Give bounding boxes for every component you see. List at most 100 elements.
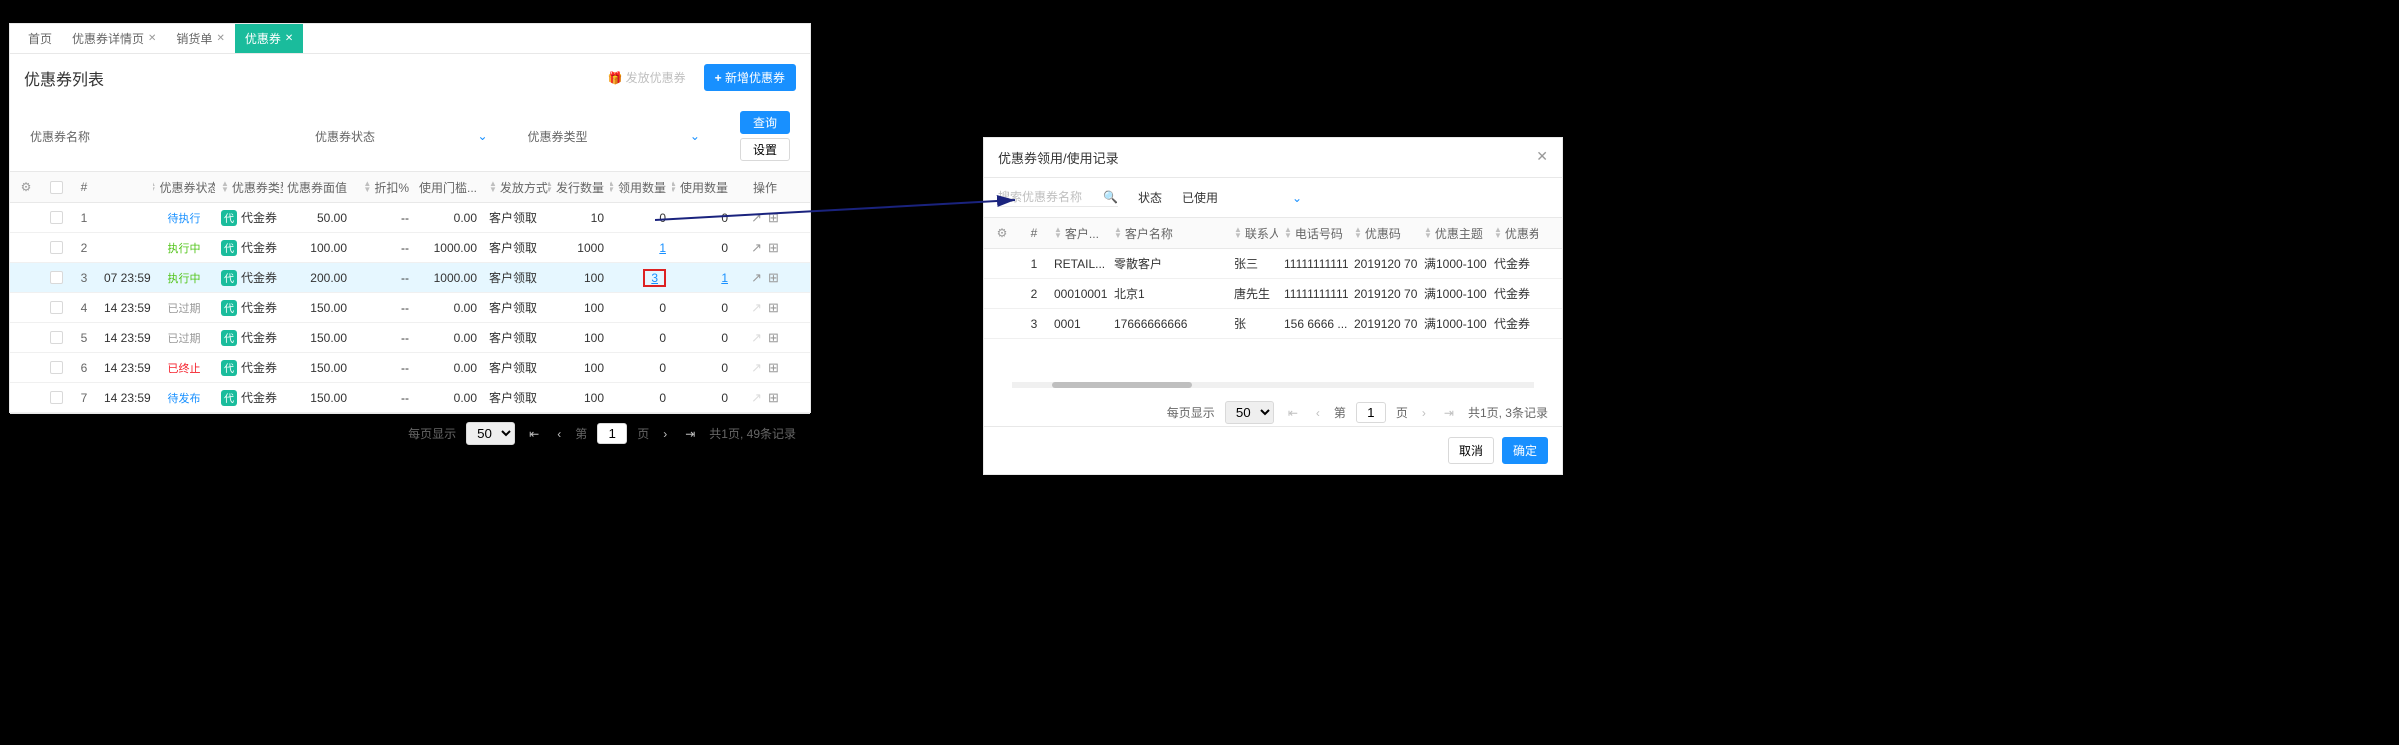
column-header[interactable]: ▲▼优惠券面值 (283, 179, 353, 196)
table-row[interactable]: 200010001北京1唐先生111111111112019120 70...满… (984, 279, 1562, 309)
search-box[interactable]: 🔍 (998, 188, 1118, 207)
table-row[interactable]: 2执行中代代金券100.00--1000.00客户领取100010↗⊞ (10, 233, 810, 263)
first-page-icon[interactable]: ⇤ (1284, 406, 1302, 420)
gear-icon[interactable]: ⚙ (997, 226, 1008, 240)
column-header[interactable]: ⚙ (10, 180, 42, 194)
table-row[interactable]: 3000117666666666张156 6666 ...2019120 70.… (984, 309, 1562, 339)
prev-page-icon[interactable]: ‹ (553, 427, 565, 441)
sort-icon[interactable]: ▲▼ (1234, 227, 1242, 239)
column-header[interactable]: ▲▼联系人 (1228, 225, 1278, 242)
column-header[interactable]: ▲▼发行数量 (548, 179, 610, 196)
sort-icon[interactable]: ▲▼ (548, 181, 553, 193)
row-checkbox[interactable] (50, 211, 63, 224)
close-icon[interactable]: ✕ (216, 33, 224, 44)
sort-icon[interactable]: ▲▼ (1054, 227, 1062, 239)
sort-icon[interactable]: ▲▼ (1354, 227, 1362, 239)
row-checkbox[interactable] (50, 301, 63, 314)
row-checkbox[interactable] (50, 271, 63, 284)
sort-icon[interactable]: ▲▼ (1284, 227, 1292, 239)
sort-icon[interactable]: ▲▼ (1114, 227, 1122, 239)
close-icon[interactable]: ✕ (148, 33, 156, 44)
last-page-icon[interactable]: ⇥ (1440, 406, 1458, 420)
receive-count-link[interactable]: 3 (643, 269, 666, 287)
share-icon[interactable]: ↗ (751, 210, 762, 226)
qrcode-icon[interactable]: ⊞ (768, 210, 779, 226)
column-header[interactable]: ▲▼领用数量 (610, 179, 672, 196)
receive-count-link[interactable]: 1 (659, 241, 666, 255)
modal-page-input[interactable] (1356, 402, 1386, 423)
tab-优惠券[interactable]: 优惠券✕ (235, 24, 303, 53)
page-input[interactable] (597, 423, 627, 444)
sort-icon[interactable]: ▲▼ (489, 181, 497, 193)
horizontal-scrollbar[interactable] (1012, 382, 1534, 388)
query-button[interactable]: 查询 (740, 111, 790, 134)
sort-icon[interactable]: ▲▼ (363, 181, 371, 193)
settings-button[interactable]: 设置 (740, 138, 790, 161)
table-row[interactable]: 307 23:59执行中代代金券200.00--1000.00客户领取10031… (10, 263, 810, 293)
table-row[interactable]: 614 23:59已终止代代金券150.00--0.00客户领取10000↗⊞ (10, 353, 810, 383)
coupon-type-select[interactable]: ⌄ (596, 129, 700, 143)
sort-icon[interactable]: ▲▼ (610, 181, 615, 193)
qrcode-icon[interactable]: ⊞ (768, 330, 779, 346)
search-input[interactable] (998, 190, 1103, 204)
table-row[interactable]: 714 23:59待发布代代金券150.00--0.00客户领取10000↗⊞ (10, 383, 810, 413)
table-row[interactable]: 414 23:59已过期代代金券150.00--0.00客户领取10000↗⊞ (10, 293, 810, 323)
column-header[interactable]: ▲▼优惠主题 (1418, 225, 1488, 242)
sort-icon[interactable]: ▲▼ (415, 181, 416, 193)
use-count-link[interactable]: 1 (721, 271, 728, 285)
gear-icon[interactable]: ⚙ (21, 180, 32, 194)
column-header[interactable] (42, 181, 70, 194)
issue-coupon-button[interactable]: 🎁发放优惠券 (598, 65, 696, 90)
per-page-select[interactable]: 50 (466, 422, 515, 445)
table-row[interactable]: 1RETAIL...零散客户张三111111111112019120 70...… (984, 249, 1562, 279)
next-page-icon[interactable]: › (1418, 406, 1430, 420)
coupon-status-select[interactable]: ⌄ (383, 129, 487, 143)
coupon-name-input[interactable] (98, 124, 275, 148)
qrcode-icon[interactable]: ⊞ (768, 270, 779, 286)
modal-status-select[interactable]: ⌄ (1226, 191, 1302, 205)
confirm-button[interactable]: 确定 (1502, 437, 1548, 464)
column-header[interactable]: ▲▼使用数量 (672, 179, 734, 196)
checkbox-all[interactable] (50, 181, 63, 194)
qrcode-icon[interactable]: ⊞ (768, 300, 779, 316)
sort-icon[interactable]: ▲▼ (1494, 227, 1502, 239)
tab-首页[interactable]: 首页 (18, 24, 62, 53)
row-checkbox[interactable] (50, 391, 63, 404)
close-icon[interactable]: ✕ (1536, 148, 1548, 167)
row-checkbox[interactable] (50, 241, 63, 254)
column-header[interactable]: # (1020, 226, 1048, 240)
prev-page-icon[interactable]: ‹ (1312, 406, 1324, 420)
column-header[interactable]: 操作 (734, 179, 796, 196)
next-page-icon[interactable]: › (659, 427, 671, 441)
column-header[interactable]: ▲▼发放方式 (483, 179, 548, 196)
column-header[interactable]: ▲▼客户... (1048, 225, 1108, 242)
column-header[interactable]: ▲▼优惠券状态 (153, 179, 215, 196)
column-header[interactable]: ▲▼电话号码 (1278, 225, 1348, 242)
column-header[interactable]: ▲▼客户名称 (1108, 225, 1228, 242)
sort-icon[interactable]: ▲▼ (1424, 227, 1432, 239)
column-header[interactable]: ▲▼使用门槛... (415, 179, 483, 196)
column-header[interactable]: ▲▼优惠券类型 (215, 179, 283, 196)
sort-icon[interactable]: ▲▼ (672, 181, 677, 193)
sort-icon[interactable]: ▲▼ (153, 181, 156, 193)
last-page-icon[interactable]: ⇥ (681, 427, 699, 441)
sort-icon[interactable]: ▲▼ (221, 181, 229, 193)
share-icon[interactable]: ↗ (751, 240, 762, 256)
sort-icon[interactable]: ▲▼ (283, 181, 284, 193)
close-icon[interactable]: ✕ (285, 33, 293, 44)
first-page-icon[interactable]: ⇤ (525, 427, 543, 441)
row-checkbox[interactable] (50, 361, 63, 374)
qrcode-icon[interactable]: ⊞ (768, 360, 779, 376)
qrcode-icon[interactable]: ⊞ (768, 240, 779, 256)
column-header[interactable]: ▲▼折扣% (353, 179, 415, 196)
table-row[interactable]: 1待执行代代金券50.00--0.00客户领取1000↗⊞ (10, 203, 810, 233)
add-coupon-button[interactable]: + 新增优惠券 (704, 64, 796, 91)
tab-销货单[interactable]: 销货单✕ (166, 24, 234, 53)
column-header[interactable]: ▲▼优惠券类 (1488, 225, 1538, 242)
cancel-button[interactable]: 取消 (1448, 437, 1494, 464)
qrcode-icon[interactable]: ⊞ (768, 390, 779, 406)
share-icon[interactable]: ↗ (751, 270, 762, 286)
modal-per-page-select[interactable]: 50 (1225, 401, 1274, 424)
tab-优惠券详情页[interactable]: 优惠券详情页✕ (62, 24, 166, 53)
column-header[interactable]: # (70, 180, 98, 194)
